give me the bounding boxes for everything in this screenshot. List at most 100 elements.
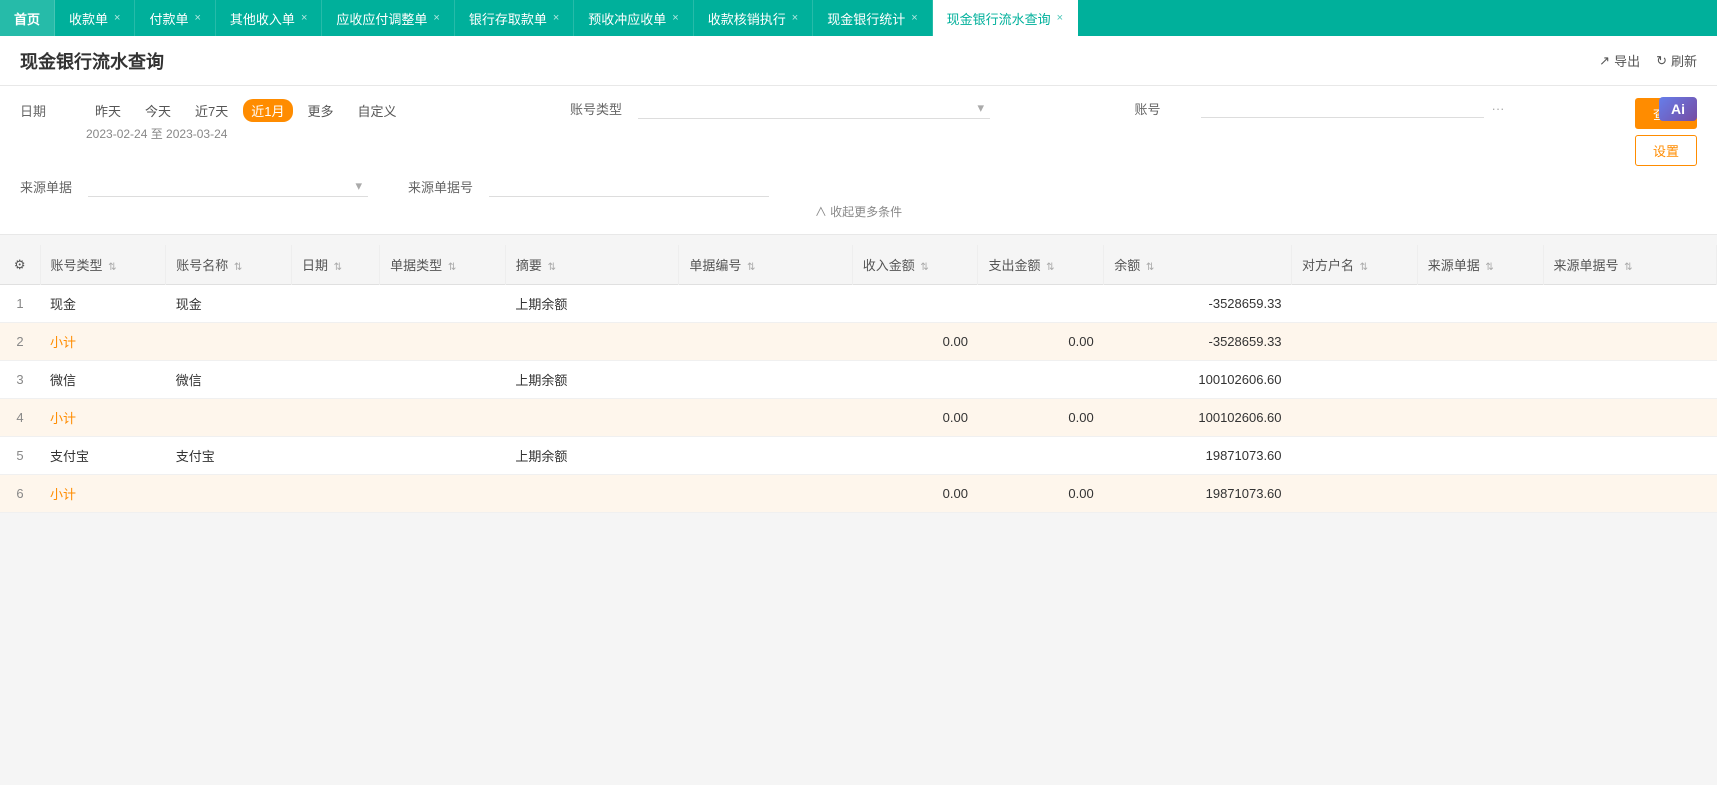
- chevron-down-icon: ▾: [355, 178, 362, 194]
- row-income: [852, 361, 978, 399]
- col-account-type[interactable]: 账号类型 ⇅: [40, 245, 166, 285]
- settings-icon[interactable]: ⚙: [14, 257, 26, 272]
- col-counterpart[interactable]: 对方户名 ⇅: [1292, 245, 1418, 285]
- export-icon: ↗: [1599, 53, 1610, 69]
- sort-icon: ⇅: [1485, 262, 1493, 273]
- row-balance: -3528659.33: [1104, 323, 1292, 361]
- nav-tab-4[interactable]: 银行存取款单 ×: [455, 0, 574, 36]
- table-row: 6小计0.000.0019871073.60: [0, 475, 1717, 513]
- col-doc-type[interactable]: 单据类型 ⇅: [380, 245, 506, 285]
- date-options: 昨天 今天 近7天 近1月 更多 自定义: [86, 98, 406, 123]
- close-icon[interactable]: ×: [1057, 12, 1063, 24]
- nav-tab-2[interactable]: 其他收入单 ×: [216, 0, 322, 36]
- nav-home[interactable]: 首页: [0, 0, 55, 36]
- col-source-doc[interactable]: 来源单据 ⇅: [1417, 245, 1543, 285]
- col-source-doc-no[interactable]: 来源单据号 ⇅: [1543, 245, 1716, 285]
- row-expense: [978, 361, 1104, 399]
- table-row: 4小计0.000.00100102606.60: [0, 399, 1717, 437]
- row-expense: 0.00: [978, 399, 1104, 437]
- col-doc-no[interactable]: 单据编号 ⇅: [679, 245, 852, 285]
- source-doc-label: 来源单据: [20, 177, 72, 196]
- row-summary: [505, 323, 678, 361]
- close-icon[interactable]: ×: [194, 12, 200, 24]
- page-header: 现金银行流水查询 ↗ 导出 ↻ 刷新: [0, 36, 1717, 86]
- row-source-doc: [1417, 399, 1543, 437]
- row-source-doc-no: [1543, 361, 1716, 399]
- row-counterpart: [1292, 437, 1418, 475]
- ai-badge[interactable]: Ai: [1659, 97, 1697, 121]
- nav-tab-7[interactable]: 现金银行统计 ×: [813, 0, 932, 36]
- row-no: 1: [0, 285, 40, 323]
- account-type-select[interactable]: ▾: [638, 98, 990, 119]
- col-expense[interactable]: 支出金额 ⇅: [978, 245, 1104, 285]
- row-source-doc: [1417, 437, 1543, 475]
- col-summary[interactable]: 摘要 ⇅: [505, 245, 678, 285]
- row-source-doc: [1417, 361, 1543, 399]
- close-icon[interactable]: ×: [553, 12, 559, 24]
- row-no: 4: [0, 399, 40, 437]
- sort-icon: ⇅: [1624, 262, 1632, 273]
- row-no: 6: [0, 475, 40, 513]
- row-date: [292, 361, 380, 399]
- data-table: ⚙ 账号类型 ⇅ 账号名称 ⇅ 日期 ⇅ 单据类型 ⇅: [0, 245, 1717, 513]
- row-income: 0.00: [852, 475, 978, 513]
- col-date[interactable]: 日期 ⇅: [292, 245, 380, 285]
- source-doc-no-group: 来源单据号: [408, 177, 769, 197]
- date-btn-1month[interactable]: 近1月: [243, 99, 292, 122]
- col-income[interactable]: 收入金额 ⇅: [852, 245, 978, 285]
- nav-tab-0[interactable]: 收款单 ×: [55, 0, 135, 36]
- nav-tab-3[interactable]: 应收应付调整单 ×: [322, 0, 454, 36]
- table-body: 1现金现金上期余额-3528659.332小计0.000.00-3528659.…: [0, 285, 1717, 513]
- row-expense: 0.00: [978, 475, 1104, 513]
- collapse-bar[interactable]: ∧ 收起更多条件: [20, 197, 1697, 222]
- export-button[interactable]: ↗ 导出: [1599, 51, 1640, 70]
- row-source-doc-no: [1543, 285, 1716, 323]
- chevron-down-icon: ▾: [977, 100, 984, 116]
- settings-button[interactable]: 设置: [1635, 135, 1697, 166]
- sort-icon: ⇅: [548, 262, 556, 273]
- nav-tab-5[interactable]: 预收冲应收单 ×: [574, 0, 693, 36]
- date-btn-custom[interactable]: 自定义: [349, 98, 406, 123]
- source-doc-no-input[interactable]: [489, 177, 769, 197]
- close-icon[interactable]: ×: [792, 12, 798, 24]
- row-source-doc: [1417, 285, 1543, 323]
- row-income: [852, 285, 978, 323]
- row-doc-no: [679, 475, 852, 513]
- row-account-name: 微信: [166, 361, 292, 399]
- nav-tab-6[interactable]: 收款核销执行 ×: [694, 0, 813, 36]
- date-btn-7days[interactable]: 近7天: [186, 98, 237, 123]
- row-source-doc-no: [1543, 437, 1716, 475]
- sort-icon: ⇅: [1360, 262, 1368, 273]
- close-icon[interactable]: ×: [114, 12, 120, 24]
- settings-col-header[interactable]: ⚙: [0, 245, 40, 285]
- close-icon[interactable]: ×: [433, 12, 439, 24]
- row-date: [292, 323, 380, 361]
- col-balance[interactable]: 余额 ⇅: [1104, 245, 1292, 285]
- sort-icon: ⇅: [108, 262, 116, 273]
- row-no: 2: [0, 323, 40, 361]
- col-account-name[interactable]: 账号名称 ⇅: [166, 245, 292, 285]
- row-source-doc-no: [1543, 399, 1716, 437]
- row-source-doc-no: [1543, 323, 1716, 361]
- refresh-button[interactable]: ↻ 刷新: [1656, 51, 1697, 70]
- source-doc-select[interactable]: ▾: [88, 176, 368, 197]
- date-btn-yesterday[interactable]: 昨天: [86, 98, 130, 123]
- account-type-label: 账号类型: [570, 99, 622, 118]
- date-btn-more[interactable]: 更多: [299, 98, 343, 123]
- row-doc-no: [679, 285, 852, 323]
- account-input[interactable]: [1201, 98, 1484, 118]
- close-icon[interactable]: ×: [911, 12, 917, 24]
- close-icon[interactable]: ×: [301, 12, 307, 24]
- row-date: [292, 437, 380, 475]
- row-account-name: 现金: [166, 285, 292, 323]
- row-counterpart: [1292, 475, 1418, 513]
- sort-icon: ⇅: [1046, 262, 1054, 273]
- date-label: 日期: [20, 101, 70, 120]
- date-btn-today[interactable]: 今天: [136, 98, 180, 123]
- nav-tab-8[interactable]: 现金银行流水查询 ×: [933, 0, 1078, 36]
- account-more-icon[interactable]: ···: [1492, 101, 1505, 116]
- row-expense: [978, 437, 1104, 475]
- table-row: 5支付宝支付宝上期余额19871073.60: [0, 437, 1717, 475]
- close-icon[interactable]: ×: [672, 12, 678, 24]
- nav-tab-1[interactable]: 付款单 ×: [135, 0, 215, 36]
